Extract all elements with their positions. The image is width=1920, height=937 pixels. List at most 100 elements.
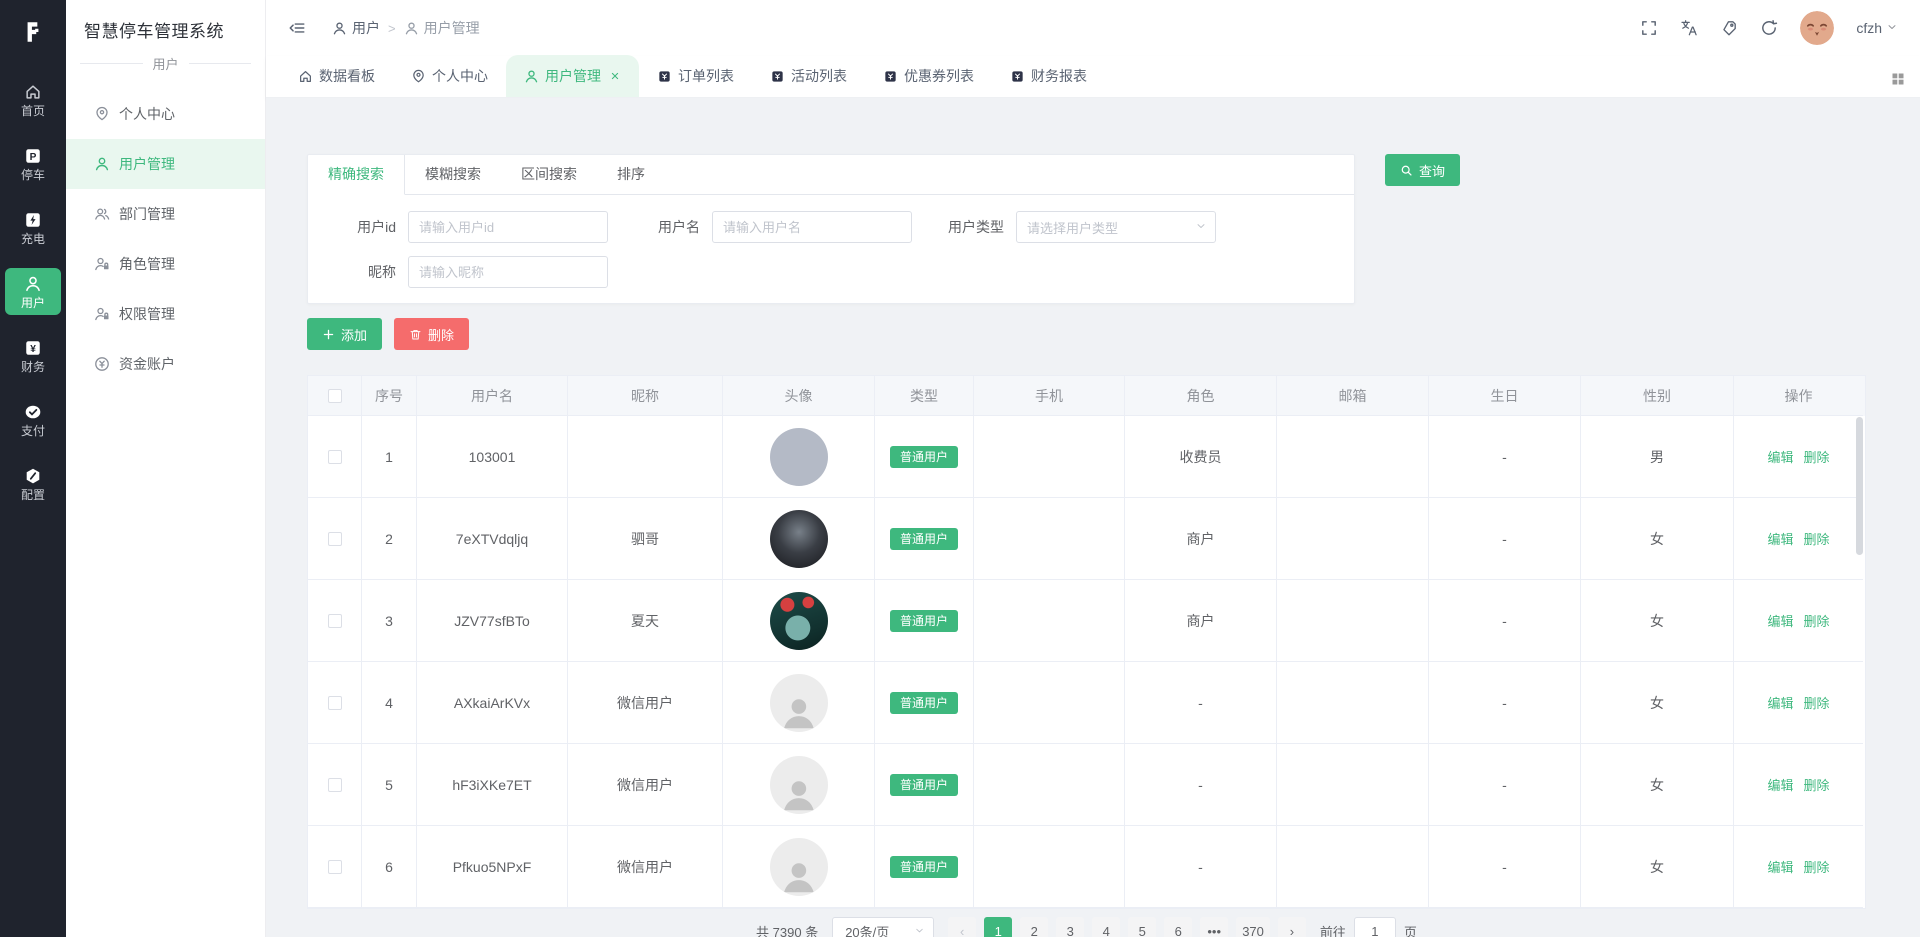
row-role: -: [1125, 744, 1277, 826]
page-button[interactable]: 1: [984, 917, 1013, 937]
page-button[interactable]: 4: [1092, 917, 1121, 937]
row-checkbox[interactable]: [327, 613, 342, 628]
rail-item[interactable]: 配置: [5, 460, 61, 507]
field-input[interactable]: [408, 211, 608, 243]
username: cfzh: [1856, 20, 1882, 36]
edit-link[interactable]: 编辑: [1767, 447, 1793, 466]
row-birthday: -: [1429, 744, 1581, 826]
delete-link[interactable]: 删除: [1804, 857, 1830, 876]
field-input[interactable]: [408, 256, 608, 288]
view-tab[interactable]: 数据看板: [280, 55, 393, 97]
primary-rail: 首页 P 停车 充电 用户 ¥ 财务 支付 配置: [0, 0, 66, 937]
collapse-sidebar-icon[interactable]: [288, 19, 306, 37]
view-tab[interactable]: 订单列表: [639, 55, 752, 97]
close-tab-icon[interactable]: [609, 70, 621, 82]
app-root: 首页 P 停车 充电 用户 ¥ 财务 支付 配置 智慧停车管理系统 用户 个人中…: [0, 0, 1920, 937]
delete-button[interactable]: 删除: [394, 318, 470, 350]
view-tab-label: 订单列表: [678, 68, 734, 84]
delete-link[interactable]: 删除: [1804, 611, 1830, 630]
field-select[interactable]: 请选择用户类型: [1016, 211, 1216, 243]
search-field: 用户类型 请选择用户类型: [926, 211, 1216, 243]
rail-item[interactable]: ¥ 财务: [5, 332, 61, 379]
goto-page-input[interactable]: [1353, 917, 1396, 937]
edit-link[interactable]: 编辑: [1767, 775, 1793, 794]
sidebar-item[interactable]: 部门管理: [66, 189, 265, 239]
view-tab[interactable]: 优惠券列表: [865, 55, 992, 97]
row-role: 商户: [1125, 498, 1277, 580]
page-button[interactable]: •••: [1200, 917, 1229, 937]
next-page-button[interactable]: ›: [1277, 917, 1306, 937]
sidebar-item[interactable]: 个人中心: [66, 89, 265, 139]
page-button[interactable]: 2: [1020, 917, 1049, 937]
row-nickname: 微信用户: [568, 662, 723, 744]
breadcrumb-item: 用户: [352, 20, 380, 36]
charging-icon: [24, 211, 42, 229]
field-label: 昵称: [368, 264, 396, 280]
page-button[interactable]: 370: [1236, 917, 1270, 937]
row-checkbox[interactable]: [327, 531, 342, 546]
view-tab[interactable]: 用户管理: [506, 55, 639, 97]
sidebar-item[interactable]: 权限管理: [66, 289, 265, 339]
select-all-checkbox[interactable]: [327, 388, 342, 403]
rail-item[interactable]: 充电: [5, 204, 61, 251]
coupon-icon: [883, 69, 898, 84]
row-gender: 女: [1581, 580, 1734, 662]
sidebar-item[interactable]: 角色管理: [66, 239, 265, 289]
page-button[interactable]: 3: [1056, 917, 1085, 937]
parking-icon: P: [24, 147, 42, 165]
page-size-select[interactable]: 20条/页: [832, 917, 935, 937]
row-checkbox[interactable]: [327, 449, 342, 464]
fullscreen-icon[interactable]: [1640, 19, 1658, 37]
delete-link[interactable]: 删除: [1804, 693, 1830, 712]
search-tab[interactable]: 精确搜索: [308, 155, 405, 195]
breadcrumb: 用户 > 用户管理: [332, 18, 480, 38]
table-toolbar: 添加 删除: [307, 318, 1866, 350]
field-input[interactable]: [712, 211, 912, 243]
prev-page-button[interactable]: ‹: [948, 917, 977, 937]
row-checkbox[interactable]: [327, 859, 342, 874]
view-tab[interactable]: 活动列表: [752, 55, 865, 97]
row-checkbox[interactable]: [327, 695, 342, 710]
refresh-icon[interactable]: [1760, 19, 1778, 37]
rail-item[interactable]: 首页: [5, 76, 61, 123]
profile-pin-icon: [94, 106, 110, 122]
translate-icon[interactable]: [1680, 19, 1698, 37]
edit-link[interactable]: 编辑: [1767, 529, 1793, 548]
delete-link[interactable]: 删除: [1804, 447, 1830, 466]
total-count: 共 7390 条: [756, 924, 819, 937]
sidebar-item[interactable]: 用户管理: [66, 139, 265, 189]
edit-link[interactable]: 编辑: [1767, 611, 1793, 630]
view-tab[interactable]: 个人中心: [393, 55, 506, 97]
row-role: -: [1125, 662, 1277, 744]
rail-item[interactable]: 支付: [5, 396, 61, 443]
settings-icon: [24, 467, 42, 485]
grid-layout-icon[interactable]: [1890, 71, 1906, 87]
delete-link[interactable]: 删除: [1804, 775, 1830, 794]
query-button[interactable]: 查询: [1385, 154, 1461, 186]
page-button[interactable]: 5: [1128, 917, 1157, 937]
sidebar-item[interactable]: 资金账户: [66, 339, 265, 389]
row-checkbox[interactable]: [327, 777, 342, 792]
row-role: 商户: [1125, 580, 1277, 662]
add-button[interactable]: 添加: [307, 318, 383, 350]
app-logo[interactable]: [0, 0, 66, 64]
edit-link[interactable]: 编辑: [1767, 857, 1793, 876]
user-menu[interactable]: cfzh: [1856, 20, 1898, 36]
field-label: 用户id: [357, 219, 396, 235]
delete-link[interactable]: 删除: [1804, 529, 1830, 548]
view-tabbar: 数据看板 个人中心 用户管理 订单列表 活动列表 优惠券列表 财务报表: [266, 55, 1920, 98]
search-tab[interactable]: 模糊搜索: [405, 155, 501, 194]
view-tab[interactable]: 财务报表: [992, 55, 1105, 97]
page-button[interactable]: 6: [1164, 917, 1193, 937]
plus-icon: [322, 328, 335, 341]
rail-item[interactable]: 用户: [5, 268, 61, 315]
tags-icon[interactable]: [1720, 19, 1738, 37]
search-tab[interactable]: 区间搜索: [501, 155, 597, 194]
search-tab[interactable]: 排序: [597, 155, 665, 194]
view-tab-label: 活动列表: [791, 68, 847, 84]
edit-link[interactable]: 编辑: [1767, 693, 1793, 712]
user-avatar[interactable]: [1800, 11, 1835, 45]
rail-item[interactable]: P 停车: [5, 140, 61, 187]
scrollbar-thumb[interactable]: [1856, 417, 1863, 555]
table-scrollbar[interactable]: [1856, 417, 1863, 906]
